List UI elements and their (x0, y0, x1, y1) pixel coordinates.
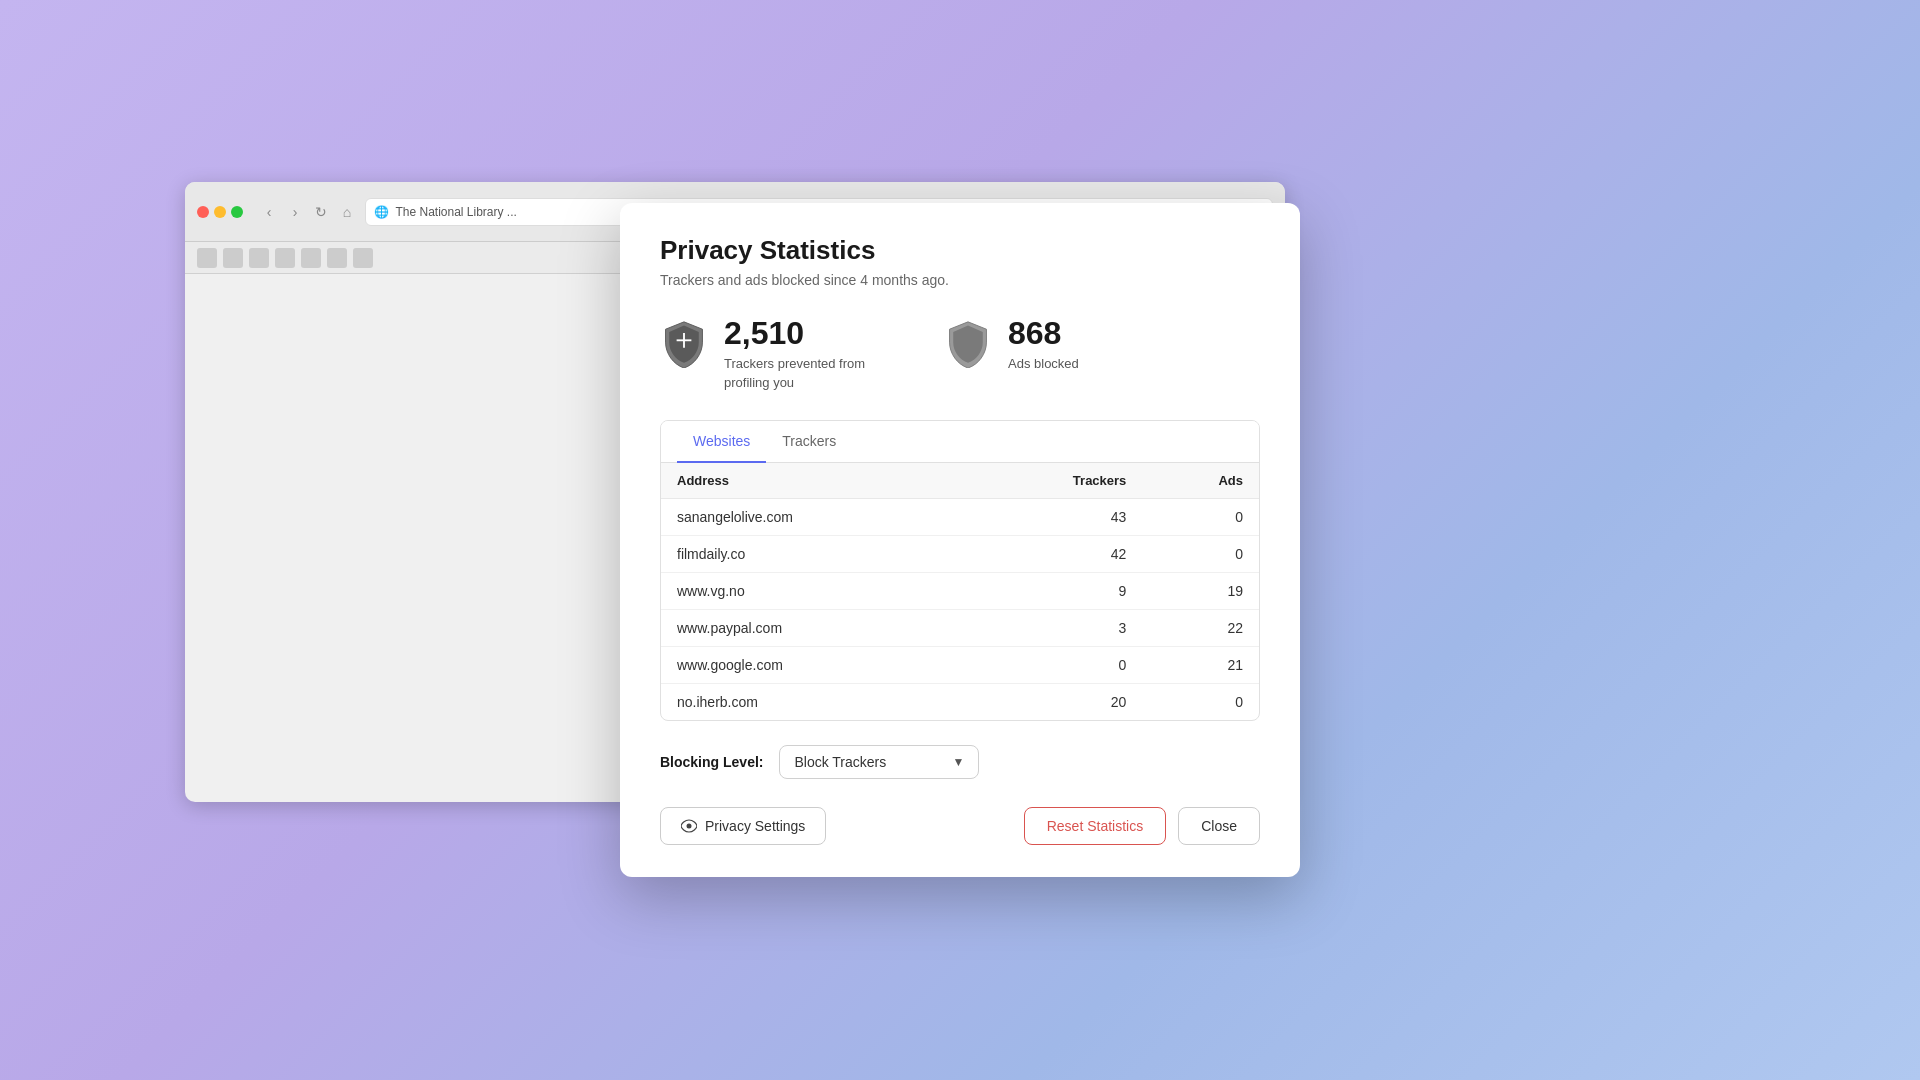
privacy-settings-label: Privacy Settings (705, 818, 805, 834)
trackers-label: Trackers prevented from profiling you (724, 355, 884, 391)
shield-ads-icon (944, 320, 992, 368)
cell-trackers: 20 (966, 683, 1142, 720)
cell-ads: 19 (1142, 572, 1259, 609)
chevron-down-icon: ▼ (953, 755, 965, 769)
cell-ads: 0 (1142, 535, 1259, 572)
cell-ads: 0 (1142, 498, 1259, 535)
stats-row: 2,510 Trackers prevented from profiling … (660, 316, 1260, 392)
cell-ads: 21 (1142, 646, 1259, 683)
privacy-statistics-dialog: Privacy Statistics Trackers and ads bloc… (620, 203, 1300, 877)
col-ads: Ads (1142, 463, 1259, 499)
close-button[interactable]: Close (1178, 807, 1260, 845)
eye-icon (681, 818, 697, 834)
cell-ads: 22 (1142, 609, 1259, 646)
tabs-container: Websites Trackers Address Trackers Ads s… (660, 420, 1260, 721)
cell-address: filmdaily.co (661, 535, 966, 572)
tabs-header: Websites Trackers (661, 421, 1259, 463)
table-row: www.paypal.com322 (661, 609, 1259, 646)
cell-address: www.google.com (661, 646, 966, 683)
table-header-row: Address Trackers Ads (661, 463, 1259, 499)
cell-ads: 0 (1142, 683, 1259, 720)
ads-stat: 868 Ads blocked (944, 316, 1079, 392)
cell-trackers: 0 (966, 646, 1142, 683)
shield-tracker-icon (660, 320, 708, 368)
cell-trackers: 9 (966, 572, 1142, 609)
tab-trackers[interactable]: Trackers (766, 421, 852, 463)
ads-label: Ads blocked (1008, 355, 1079, 373)
table-header: Address Trackers Ads (661, 463, 1259, 499)
cell-trackers: 43 (966, 498, 1142, 535)
col-trackers: Trackers (966, 463, 1142, 499)
dialog-footer: Privacy Settings Reset Statistics Close (660, 807, 1260, 845)
col-address: Address (661, 463, 966, 499)
privacy-settings-button[interactable]: Privacy Settings (660, 807, 826, 845)
cell-address: www.paypal.com (661, 609, 966, 646)
tab-websites[interactable]: Websites (677, 421, 766, 463)
dialog-title: Privacy Statistics (660, 235, 1260, 266)
footer-right: Reset Statistics Close (1024, 807, 1260, 845)
trackers-count: 2,510 (724, 316, 884, 351)
dialog-overlay: Privacy Statistics Trackers and ads bloc… (0, 0, 1920, 1080)
cell-trackers: 42 (966, 535, 1142, 572)
blocking-level-select[interactable]: Block Trackers ▼ (779, 745, 979, 779)
blocking-row: Blocking Level: Block Trackers ▼ (660, 745, 1260, 779)
trackers-stat-content: 2,510 Trackers prevented from profiling … (724, 316, 884, 392)
cell-address: www.vg.no (661, 572, 966, 609)
table-row: filmdaily.co420 (661, 535, 1259, 572)
blocking-level-value: Block Trackers (794, 754, 886, 770)
ads-stat-content: 868 Ads blocked (1008, 316, 1079, 373)
ads-count: 868 (1008, 316, 1079, 351)
table-row: sanangelolive.com430 (661, 498, 1259, 535)
table-body: sanangelolive.com430filmdaily.co420www.v… (661, 498, 1259, 720)
table-row: www.vg.no919 (661, 572, 1259, 609)
cell-address: sanangelolive.com (661, 498, 966, 535)
websites-table: Address Trackers Ads sanangelolive.com43… (661, 463, 1259, 720)
reset-statistics-button[interactable]: Reset Statistics (1024, 807, 1166, 845)
cell-trackers: 3 (966, 609, 1142, 646)
dialog-subtitle: Trackers and ads blocked since 4 months … (660, 272, 1260, 288)
table-row: no.iherb.com200 (661, 683, 1259, 720)
cell-address: no.iherb.com (661, 683, 966, 720)
trackers-stat: 2,510 Trackers prevented from profiling … (660, 316, 884, 392)
table-row: www.google.com021 (661, 646, 1259, 683)
svg-point-2 (687, 823, 692, 828)
blocking-level-label: Blocking Level: (660, 754, 763, 770)
